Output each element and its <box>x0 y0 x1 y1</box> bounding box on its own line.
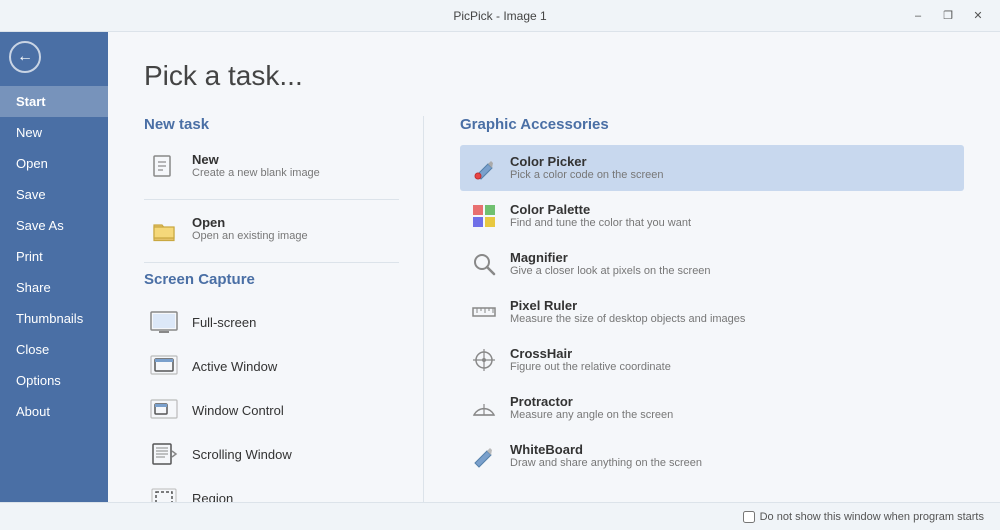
protractor-desc: Measure any angle on the screen <box>510 409 673 421</box>
task-new-name: New <box>192 152 320 167</box>
back-button[interactable]: ← <box>0 32 50 82</box>
fullscreen-icon <box>148 306 180 338</box>
left-column: New task New Create a new blank image <box>144 116 424 502</box>
sidebar-nav: Start New Open Save Save As Print Share … <box>0 86 108 427</box>
protractor-icon <box>470 394 498 422</box>
task-new-desc: Create a new blank image <box>192 167 320 179</box>
capture-scrolling-window[interactable]: Scrolling Window <box>144 432 399 476</box>
window-control-label: Window Control <box>192 403 284 418</box>
sidebar-item-start[interactable]: Start <box>0 86 108 117</box>
right-column: Graphic Accessories Color Picker Pick a … <box>424 116 964 502</box>
sidebar-item-options[interactable]: Options <box>0 365 108 396</box>
task-open-name: Open <box>192 215 308 230</box>
region-label: Region <box>192 491 233 503</box>
magnifier-desc: Give a closer look at pixels on the scre… <box>510 265 711 277</box>
main-layout: ← Start New Open Save Save As Print Shar… <box>0 32 1000 502</box>
new-icon <box>148 152 180 184</box>
task-open[interactable]: Open Open an existing image <box>144 208 399 254</box>
restore-button[interactable]: ❐ <box>934 6 962 26</box>
task-open-desc: Open an existing image <box>192 230 308 242</box>
screen-capture-divider <box>144 262 399 263</box>
accessory-pixel-ruler[interactable]: Pixel Ruler Measure the size of desktop … <box>460 289 964 335</box>
pixel-ruler-desc: Measure the size of desktop objects and … <box>510 313 745 325</box>
open-icon <box>148 215 180 247</box>
title-bar: PicPick - Image 1 – ❐ ✕ <box>0 0 1000 32</box>
sidebar-item-share[interactable]: Share <box>0 272 108 303</box>
minimize-button[interactable]: – <box>904 6 932 26</box>
crosshair-name: CrossHair <box>510 346 671 361</box>
task-divider <box>144 199 399 200</box>
sidebar-item-thumbnails[interactable]: Thumbnails <box>0 303 108 334</box>
sidebar-item-print[interactable]: Print <box>0 241 108 272</box>
accessory-whiteboard[interactable]: WhiteBoard Draw and share anything on th… <box>460 433 964 479</box>
color-palette-icon <box>470 202 498 230</box>
close-button[interactable]: ✕ <box>964 6 992 26</box>
dont-show-checkbox[interactable] <box>743 511 755 523</box>
whiteboard-icon <box>470 442 498 470</box>
accessory-protractor[interactable]: Protractor Measure any angle on the scre… <box>460 385 964 431</box>
bottom-bar: Do not show this window when program sta… <box>0 502 1000 530</box>
back-icon: ← <box>9 41 41 73</box>
region-icon <box>148 482 180 502</box>
whiteboard-name: WhiteBoard <box>510 442 702 457</box>
graphic-accessories-title: Graphic Accessories <box>460 116 964 133</box>
capture-region[interactable]: Region <box>144 476 399 502</box>
capture-window-control[interactable]: Window Control <box>144 388 399 432</box>
scrolling-window-label: Scrolling Window <box>192 447 292 462</box>
color-picker-desc: Pick a color code on the screen <box>510 169 663 181</box>
dont-show-label: Do not show this window when program sta… <box>760 511 984 523</box>
color-palette-desc: Find and tune the color that you want <box>510 217 691 229</box>
dont-show-wrap: Do not show this window when program sta… <box>743 511 984 523</box>
accessory-magnifier[interactable]: Magnifier Give a closer look at pixels o… <box>460 241 964 287</box>
accessory-crosshair[interactable]: CrossHair Figure out the relative coordi… <box>460 337 964 383</box>
pixel-ruler-name: Pixel Ruler <box>510 298 745 313</box>
page-title: Pick a task... <box>144 60 964 92</box>
active-window-icon <box>148 350 180 382</box>
color-palette-name: Color Palette <box>510 202 691 217</box>
sidebar-item-close[interactable]: Close <box>0 334 108 365</box>
title-bar-controls: – ❐ ✕ <box>904 6 992 26</box>
title-bar-title: PicPick - Image 1 <box>453 9 546 23</box>
accessory-color-palette[interactable]: Color Palette Find and tune the color th… <box>460 193 964 239</box>
active-window-label: Active Window <box>192 359 277 374</box>
content-area: Pick a task... New task <box>108 32 1000 502</box>
new-task-section-title: New task <box>144 116 399 133</box>
whiteboard-desc: Draw and share anything on the screen <box>510 457 702 469</box>
crosshair-icon <box>470 346 498 374</box>
window-control-icon <box>148 394 180 426</box>
sidebar-item-new[interactable]: New <box>0 117 108 148</box>
magnifier-icon <box>470 250 498 278</box>
scrolling-window-icon <box>148 438 180 470</box>
sidebar-item-open[interactable]: Open <box>0 148 108 179</box>
color-picker-icon <box>470 154 498 182</box>
pixel-ruler-icon <box>470 298 498 326</box>
magnifier-name: Magnifier <box>510 250 711 265</box>
crosshair-desc: Figure out the relative coordinate <box>510 361 671 373</box>
capture-active-window[interactable]: Active Window <box>144 344 399 388</box>
sidebar: ← Start New Open Save Save As Print Shar… <box>0 32 108 502</box>
screen-capture-section-title: Screen Capture <box>144 271 399 288</box>
sidebar-item-save[interactable]: Save <box>0 179 108 210</box>
two-column-layout: New task New Create a new blank image <box>144 116 964 502</box>
capture-fullscreen[interactable]: Full-screen <box>144 300 399 344</box>
accessory-color-picker[interactable]: Color Picker Pick a color code on the sc… <box>460 145 964 191</box>
color-picker-name: Color Picker <box>510 154 663 169</box>
protractor-name: Protractor <box>510 394 673 409</box>
sidebar-item-save-as[interactable]: Save As <box>0 210 108 241</box>
sidebar-item-about[interactable]: About <box>0 396 108 427</box>
task-new[interactable]: New Create a new blank image <box>144 145 399 191</box>
fullscreen-label: Full-screen <box>192 315 256 330</box>
